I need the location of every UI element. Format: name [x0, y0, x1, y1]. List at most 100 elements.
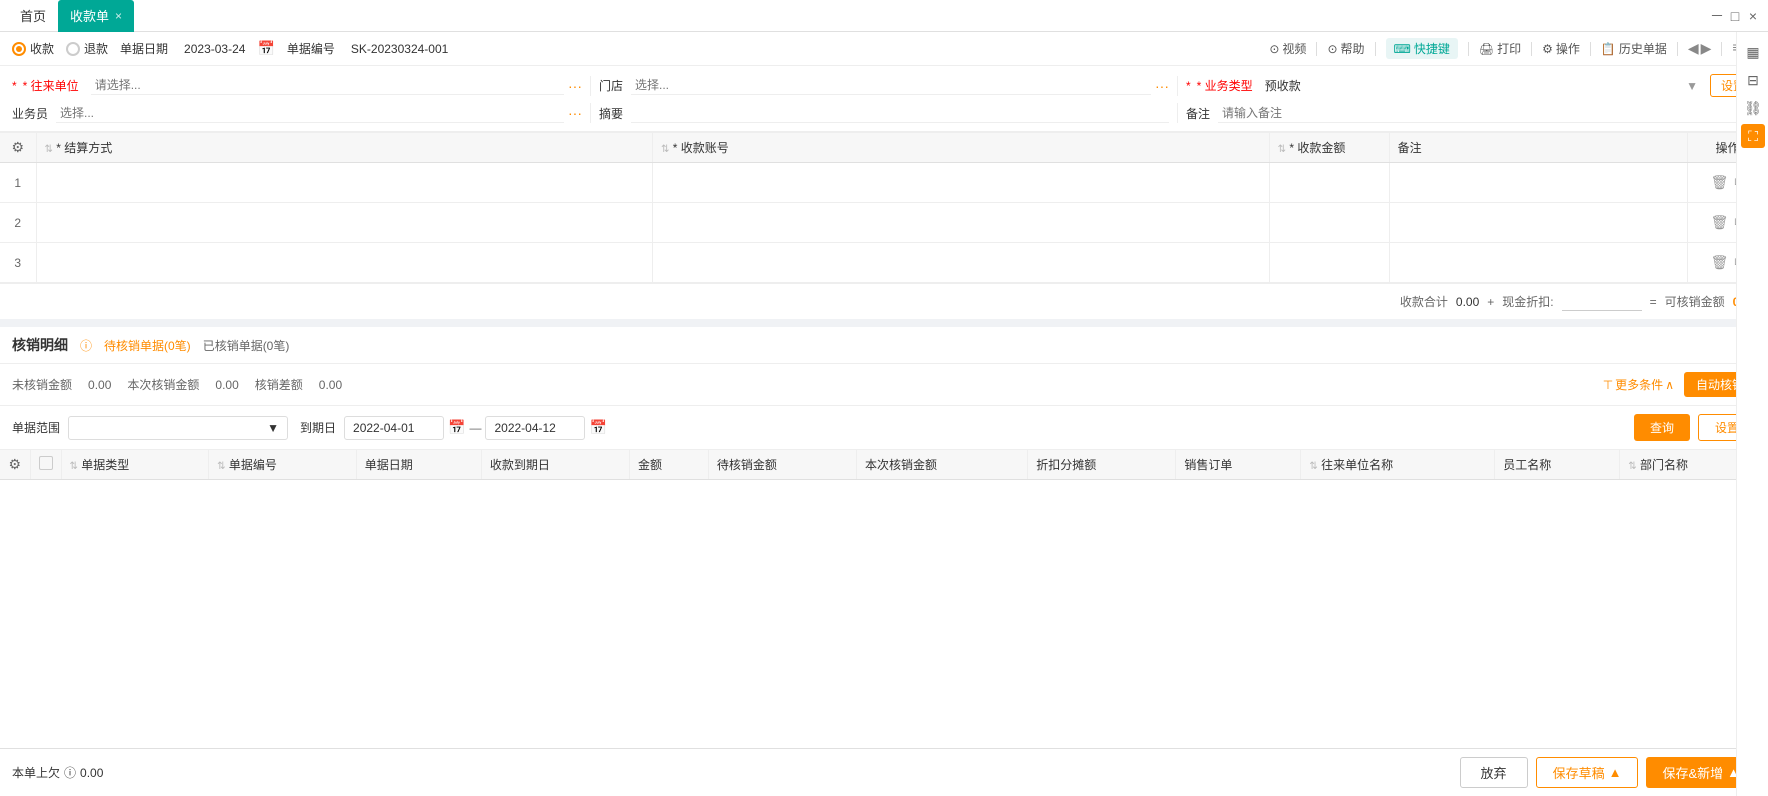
shortcut-button[interactable]: ⌨ 快捷键 [1386, 38, 1458, 59]
help-button[interactable]: ⊙ 帮助 [1327, 40, 1364, 57]
from-unit-star: * [12, 79, 17, 93]
row-1-remark[interactable] [1389, 163, 1687, 203]
save-new-label: 保存&新增 [1662, 763, 1723, 782]
hexiao-col-from-header: ⇅ 往来单位名称 [1301, 450, 1495, 480]
staff-more-icon[interactable]: ··· [568, 105, 582, 121]
range-select[interactable]: ▼ [68, 416, 288, 440]
tab-receipt-label: 收款单 [70, 6, 109, 25]
operation-button[interactable]: ⚙ 操作 [1542, 40, 1580, 57]
sort-icon-from[interactable]: ⇅ [1309, 461, 1317, 472]
sort-icon-amount[interactable]: ⇅ [1278, 144, 1286, 155]
sort-icon-account[interactable]: ⇅ [661, 144, 669, 155]
row-1-delete-icon[interactable]: 🗑 [1711, 174, 1729, 191]
tab-close-icon[interactable]: × [115, 9, 122, 23]
hexiao-col-date-label: 单据日期 [365, 458, 413, 472]
filter-icon: ⊤ [1603, 378, 1613, 392]
more-conditions-button[interactable]: ⊤ 更多条件 ∧ [1603, 376, 1674, 393]
form-fields: * * 往来单位 ··· 门店 ··· * * 业务类型 预收款 [0, 66, 1768, 132]
row-2-delete-icon[interactable]: 🗑 [1711, 214, 1729, 231]
row-3-amount[interactable] [1269, 243, 1389, 283]
col-settlement-label: * 结算方式 [56, 141, 112, 155]
due-date-start-input[interactable] [344, 416, 444, 440]
hexiao-col-discount-header: 折扣分摊额 [1028, 450, 1176, 480]
summary-input[interactable] [631, 104, 1169, 123]
hexiao-col-amount-header: 金额 [629, 450, 708, 480]
plus-label: + [1487, 295, 1494, 309]
table-gear-icon[interactable]: ⚙ [11, 139, 24, 155]
cal-end-icon[interactable]: 📅 [589, 419, 606, 436]
from-unit-input[interactable] [91, 76, 564, 95]
sort-icon-settlement[interactable]: ⇅ [45, 144, 53, 155]
store-field: 门店 ··· [599, 76, 1169, 95]
col-amount-header: ⇅ * 收款金额 [1269, 133, 1389, 163]
row-3-remark[interactable] [1389, 243, 1687, 283]
row-3-account[interactable] [653, 243, 1270, 283]
sidebar-screenshot-icon[interactable]: ⛶ [1741, 124, 1765, 148]
cal-start-icon[interactable]: 📅 [448, 419, 465, 436]
select-all-checkbox[interactable] [39, 456, 53, 470]
remarks-input[interactable] [1218, 104, 1756, 123]
abandon-button[interactable]: 放弃 [1460, 757, 1528, 788]
nav-prev-icon[interactable]: ◀ [1688, 40, 1699, 57]
pending-tab[interactable]: 待核销单据(0笔) [104, 337, 191, 354]
minimize-button[interactable]: － [1710, 9, 1724, 23]
save-draft-label: 保存草稿 [1553, 763, 1605, 782]
this-order-info-icon[interactable]: ⓘ [64, 764, 76, 781]
row-3-delete-icon[interactable]: 🗑 [1711, 254, 1729, 271]
row-1-settlement[interactable] [36, 163, 653, 203]
calendar-icon[interactable]: 📅 [257, 40, 274, 57]
due-date-end-input[interactable] [485, 416, 585, 440]
col-account-header: ⇅ * 收款账号 [653, 133, 1270, 163]
remarks-label: 备注 [1186, 105, 1210, 122]
hexiao-gear-icon[interactable]: ⚙ [8, 456, 21, 472]
nav-next-icon[interactable]: ▶ [1701, 40, 1712, 57]
hexiao-info-icon[interactable]: ⓘ [80, 337, 92, 354]
receipt-table: ⚙ ⇅ * 结算方式 ⇅ * 收款账号 ⇅ * 收款金额 [0, 133, 1768, 283]
row-2-amount[interactable] [1269, 203, 1389, 243]
sidebar-layers-icon[interactable]: ⊟ [1741, 68, 1765, 92]
receipt-type-group: 收款 退款 [12, 40, 108, 57]
sidebar-link-icon[interactable]: ⛓ [1741, 96, 1765, 120]
sort-icon-type[interactable]: ⇅ [70, 461, 78, 472]
form-card: 收款 退款 单据日期 2023-03-24 📅 单据编号 SK-20230324… [0, 32, 1768, 319]
hexiao-col-date-header: 单据日期 [356, 450, 481, 480]
close-button[interactable]: × [1746, 9, 1760, 23]
print-button[interactable]: 🖨 打印 [1479, 40, 1521, 57]
row-2-account[interactable] [653, 203, 1270, 243]
tab-home[interactable]: 首页 [8, 0, 58, 32]
video-label: 视频 [1282, 40, 1306, 57]
this-order-stat: 本单上欠 ⓘ 0.00 [12, 764, 103, 781]
hexiao-col-type-label: 单据类型 [81, 458, 129, 472]
sort-icon-dept[interactable]: ⇅ [1628, 461, 1636, 472]
row-3-settlement[interactable] [36, 243, 653, 283]
diff-label: 核销差额 [255, 376, 303, 393]
radio-receipt[interactable]: 收款 [12, 40, 54, 57]
video-button[interactable]: ⊙ 视频 [1269, 40, 1306, 57]
more-conditions-label: 更多条件 [1615, 376, 1663, 393]
query-button[interactable]: 查询 [1634, 414, 1690, 441]
cash-discount-input[interactable] [1562, 292, 1642, 311]
maximize-button[interactable]: □ [1728, 9, 1742, 23]
row-2-settlement[interactable] [36, 203, 653, 243]
hexiao-col-due-header: 收款到期日 [481, 450, 629, 480]
staff-input[interactable] [56, 104, 564, 123]
from-unit-more-icon[interactable]: ··· [568, 78, 582, 94]
store-label: 门店 [599, 77, 623, 94]
store-more-icon[interactable]: ··· [1155, 78, 1169, 94]
row-1-amount[interactable] [1269, 163, 1389, 203]
radio-refund[interactable]: 退款 [66, 40, 108, 57]
number-label: 单据编号 [287, 40, 335, 57]
biz-type-arrow-icon[interactable]: ▼ [1686, 79, 1698, 93]
store-input[interactable] [631, 76, 1151, 95]
tab-home-label: 首页 [20, 6, 46, 25]
sidebar-table-icon[interactable]: ▦ [1741, 40, 1765, 64]
tab-receipt[interactable]: 收款单 × [58, 0, 134, 32]
save-draft-button[interactable]: 保存草稿 ▲ [1536, 757, 1639, 788]
sort-icon-number[interactable]: ⇅ [217, 461, 225, 472]
row-2-remark[interactable] [1389, 203, 1687, 243]
hexiao-col-amount-label: 金额 [638, 458, 662, 472]
row-1-account[interactable] [653, 163, 1270, 203]
done-tab[interactable]: 已核销单据(0笔) [203, 337, 290, 354]
history-button[interactable]: 📋 历史单据 [1601, 40, 1667, 57]
nav-arrows: ◀ ▶ [1688, 40, 1712, 57]
